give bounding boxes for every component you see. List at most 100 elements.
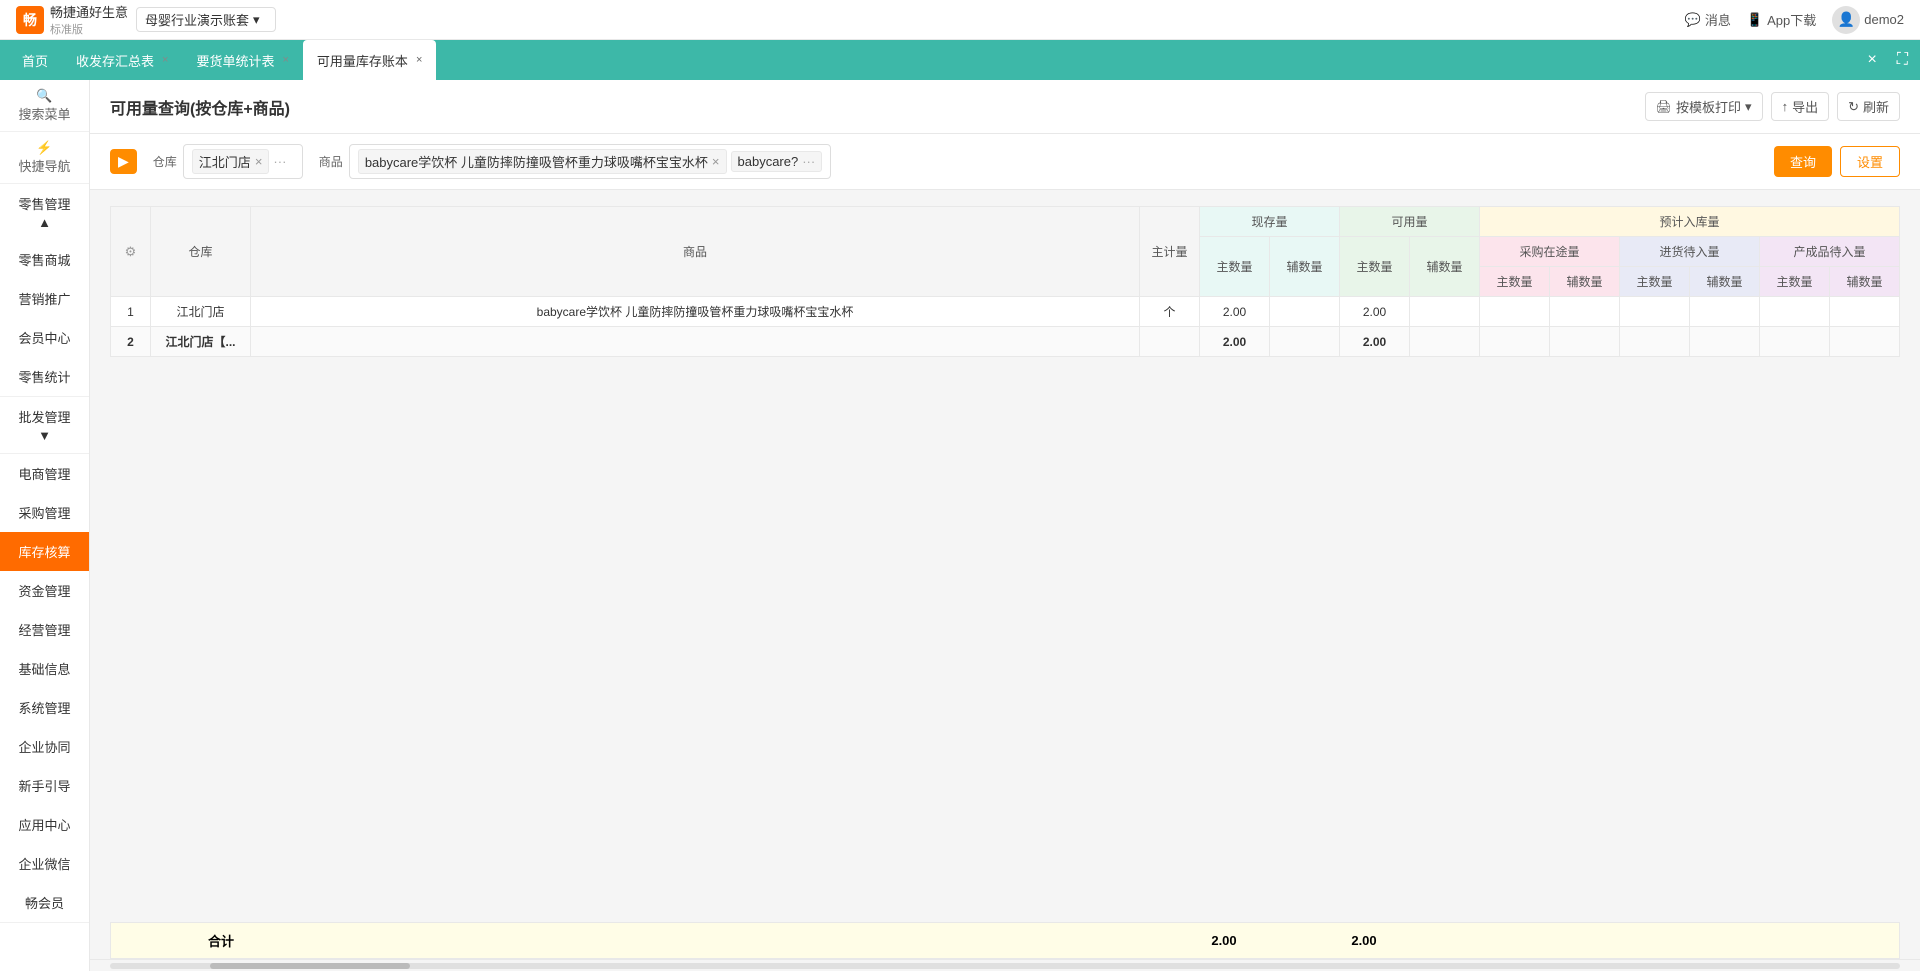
filter-actions: 查询 设置 bbox=[1774, 146, 1900, 177]
footer-area: 合计 2.00 2.00 bbox=[90, 922, 1920, 959]
nav-expand-icon[interactable]: ⛶ bbox=[1893, 51, 1912, 69]
chevron-down-icon: ▾ bbox=[1745, 99, 1752, 115]
phone-icon: 📱 bbox=[1747, 12, 1763, 28]
settings-icon[interactable]: ⚙ bbox=[125, 244, 137, 259]
th-settings[interactable]: ⚙ bbox=[111, 207, 151, 297]
tab-available-close[interactable]: × bbox=[416, 54, 422, 66]
sidebar-item-marketing[interactable]: 营销推广 bbox=[0, 279, 89, 318]
query-btn[interactable]: 查询 bbox=[1774, 146, 1832, 177]
product-tag2-more[interactable]: ··· bbox=[802, 154, 815, 169]
sidebar-item-inventory[interactable]: 库存核算 bbox=[0, 532, 89, 571]
industry-selector[interactable]: 母婴行业演示账套 ▾ bbox=[136, 7, 276, 32]
sidebar-item-enterprise[interactable]: 企业协同 bbox=[0, 727, 89, 766]
row2-unit bbox=[1140, 327, 1200, 357]
template-print-btn[interactable]: 🖨 按模板打印 ▾ bbox=[1645, 92, 1763, 121]
top-bar: 畅 畅捷通好生意 标准版 母婴行业演示账套 ▾ 💬 消息 📱 App下载 👤 d… bbox=[0, 0, 1920, 40]
sidebar-item-system[interactable]: 系统管理 bbox=[0, 688, 89, 727]
sidebar-section-wholesale: 批发管理 ▼ bbox=[0, 397, 89, 454]
warehouse-filter-input[interactable]: 江北门店 × ··· bbox=[183, 144, 303, 179]
tab-requisition[interactable]: 要货单统计表 × bbox=[182, 40, 302, 80]
row1-product-main bbox=[1760, 297, 1830, 327]
sidebar-label: 营销推广 bbox=[18, 289, 70, 308]
setting-btn[interactable]: 设置 bbox=[1840, 146, 1900, 177]
message-label: 消息 bbox=[1705, 10, 1731, 29]
page-header: 可用量查询(按仓库+商品) 🖨 按模板打印 ▾ ↑ 导出 ↻ 刷新 bbox=[90, 80, 1920, 134]
chevron-icon: ▲ bbox=[38, 215, 51, 230]
tab-requisition-close[interactable]: × bbox=[282, 54, 288, 66]
th-product: 商品 bbox=[251, 207, 1140, 297]
product-tag1-remove[interactable]: × bbox=[712, 154, 720, 169]
row2-no: 2 bbox=[111, 327, 151, 357]
tab-receivepay-close[interactable]: × bbox=[162, 54, 168, 66]
sidebar-item-ecommerce[interactable]: 电商管理 bbox=[0, 454, 89, 493]
export-btn[interactable]: ↑ 导出 bbox=[1771, 92, 1830, 121]
row2-product-main bbox=[1760, 327, 1830, 357]
export-label: 导出 bbox=[1792, 97, 1818, 116]
tab-available[interactable]: 可用量库存账本 × bbox=[303, 40, 436, 80]
nav-close-icon[interactable]: × bbox=[1859, 51, 1884, 69]
sidebar-item-finance[interactable]: 资金管理 bbox=[0, 571, 89, 610]
scroll-thumb[interactable] bbox=[210, 963, 410, 969]
appdown-btn[interactable]: 📱 App下载 bbox=[1747, 10, 1816, 29]
top-bar-left: 畅 畅捷通好生意 标准版 母婴行业演示账套 ▾ bbox=[16, 2, 276, 37]
sidebar-label: 企业微信 bbox=[18, 854, 70, 873]
sidebar-label: 企业协同 bbox=[18, 737, 70, 756]
sidebar-item-vip-member[interactable]: 畅会员 bbox=[0, 883, 89, 922]
tab-home[interactable]: 首页 bbox=[8, 40, 62, 80]
tab-receivepay[interactable]: 收发存汇总表 × bbox=[62, 40, 182, 80]
th-incoming-main: 主数量 bbox=[1620, 267, 1690, 297]
chevron-icon: ▼ bbox=[38, 428, 51, 443]
sidebar-label: 库存核算 bbox=[18, 542, 70, 561]
sidebar-item-app-center[interactable]: 应用中心 bbox=[0, 805, 89, 844]
th-warehouse: 仓库 bbox=[151, 207, 251, 297]
th-purchase-main: 主数量 bbox=[1480, 267, 1550, 297]
sidebar-item-member-center[interactable]: 会员中心 bbox=[0, 318, 89, 357]
brand-logo: 畅 畅捷通好生意 标准版 bbox=[16, 2, 128, 37]
template-print-label: 按模板打印 bbox=[1676, 97, 1741, 116]
th-available-group: 可用量 bbox=[1340, 207, 1480, 237]
sidebar-label: 批发管理 bbox=[18, 407, 70, 426]
sidebar-item-retail-mgmt[interactable]: 零售管理 ▲ bbox=[0, 184, 89, 240]
sidebar-label: 电商管理 bbox=[18, 464, 70, 483]
sidebar-item-purchase-mgmt[interactable]: 采购管理 bbox=[0, 493, 89, 532]
sidebar-item-new-guide[interactable]: 新手引导 bbox=[0, 766, 89, 805]
product-filter-input[interactable]: babycare学饮杯 儿童防摔防撞吸管杯重力球吸嘴杯宝宝水杯 × babyca… bbox=[349, 144, 831, 179]
sidebar-item-retail-stats[interactable]: 零售统计 bbox=[0, 357, 89, 396]
th-incoming-aux: 辅数量 bbox=[1690, 267, 1760, 297]
sidebar-search-label: 搜索菜单 bbox=[6, 104, 83, 123]
filter-more-btn[interactable]: ··· bbox=[273, 154, 286, 169]
sidebar-search[interactable]: 🔍 搜索菜单 bbox=[0, 80, 89, 132]
export-icon: ↑ bbox=[1782, 99, 1789, 114]
main-layout: 🔍 搜索菜单 ⚡ 快捷导航 零售管理 ▲ 零售商城 营销推广 会员中心 零售统计 bbox=[0, 80, 1920, 971]
filter-toggle-btn[interactable]: ▶ bbox=[110, 149, 137, 174]
row1-incoming-main bbox=[1620, 297, 1690, 327]
table-row: 1 江北门店 babycare学饮杯 儿童防摔防撞吸管杯重力球吸嘴杯宝宝水杯 个… bbox=[111, 297, 1900, 327]
refresh-btn[interactable]: ↻ 刷新 bbox=[1837, 92, 1900, 121]
sidebar-item-basic-info[interactable]: 基础信息 bbox=[0, 649, 89, 688]
warehouse-tag: 江北门店 × bbox=[192, 149, 270, 174]
sidebar-item-enterprise-wechat[interactable]: 企业微信 bbox=[0, 844, 89, 883]
chevron-down-icon: ▾ bbox=[253, 12, 260, 28]
data-table: ⚙ 仓库 商品 主计量 现存量 可用量 预计入库量 主数量 辅数量 主数量 辅数… bbox=[110, 206, 1900, 357]
row2-incoming-aux bbox=[1690, 327, 1760, 357]
th-stock-main: 主数量 bbox=[1200, 237, 1270, 297]
scroll-track[interactable] bbox=[110, 963, 1900, 969]
sidebar-label: 零售统计 bbox=[18, 367, 70, 386]
sidebar-quick-nav[interactable]: ⚡ 快捷导航 bbox=[0, 132, 89, 184]
print-icon: 🖨 bbox=[1656, 99, 1673, 115]
footer-avail-main: 2.00 bbox=[1329, 933, 1399, 948]
th-stock-aux: 辅数量 bbox=[1270, 237, 1340, 297]
sidebar-label: 系统管理 bbox=[18, 698, 70, 717]
row1-stock-aux bbox=[1270, 297, 1340, 327]
user-avatar-area[interactable]: 👤 demo2 bbox=[1832, 6, 1904, 34]
message-btn[interactable]: 💬 消息 bbox=[1685, 10, 1731, 29]
sidebar-item-operations[interactable]: 经营管理 bbox=[0, 610, 89, 649]
warehouse-tag-remove[interactable]: × bbox=[255, 154, 263, 169]
table-container: ⚙ 仓库 商品 主计量 现存量 可用量 预计入库量 主数量 辅数量 主数量 辅数… bbox=[90, 190, 1920, 922]
username-label: demo2 bbox=[1864, 12, 1904, 27]
sidebar-item-retail-mall[interactable]: 零售商城 bbox=[0, 240, 89, 279]
row1-unit: 个 bbox=[1140, 297, 1200, 327]
row2-product bbox=[251, 327, 1140, 357]
th-incoming-pending: 进货待入量 bbox=[1620, 237, 1760, 267]
sidebar-item-wholesale-mgmt[interactable]: 批发管理 ▼ bbox=[0, 397, 89, 453]
